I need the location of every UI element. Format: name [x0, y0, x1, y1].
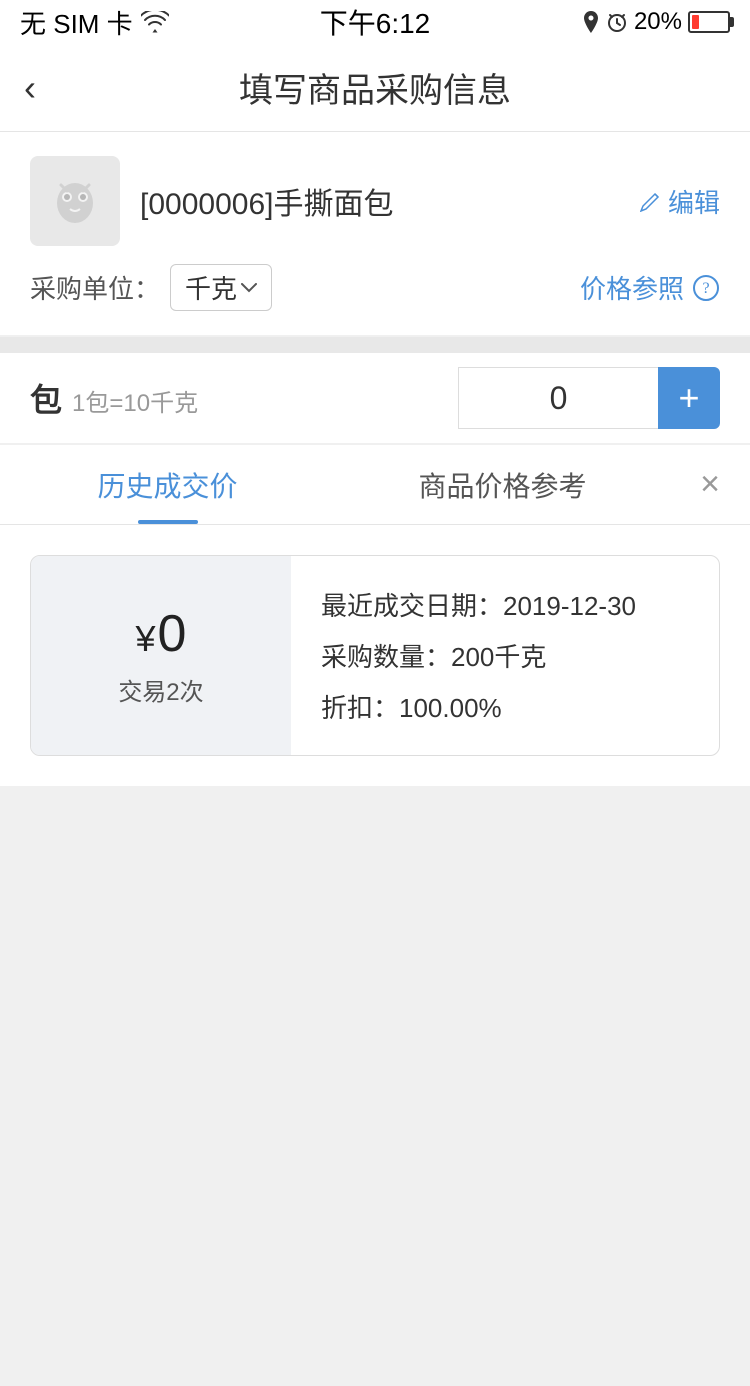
- wifi-icon: [141, 11, 169, 33]
- tab-close-button[interactable]: ×: [670, 465, 750, 504]
- product-top-row: [0000006]手撕面包 编辑: [30, 156, 720, 246]
- price-reference-button[interactable]: 价格参照 ?: [580, 269, 720, 306]
- nav-bar: ‹ 填写商品采购信息: [0, 44, 750, 132]
- carrier-text: 无 SIM 卡: [20, 4, 133, 41]
- quantity-unit: 包: [30, 375, 62, 421]
- product-logo-icon: [45, 171, 105, 231]
- currency-symbol: ¥: [136, 618, 156, 659]
- section-divider: [0, 337, 750, 353]
- edit-icon: [640, 190, 662, 212]
- product-card: [0000006]手撕面包 编辑 采购单位： 千克 价格参照 ?: [0, 132, 750, 335]
- transaction-count: 交易2次: [118, 672, 203, 707]
- bottom-area: [0, 786, 750, 1386]
- history-left-panel: ¥0 交易2次: [31, 556, 291, 755]
- tab-active-indicator: [138, 520, 198, 524]
- quantity-label: 包 1包=10千克: [30, 375, 198, 421]
- tab-section: 历史成交价 商品价格参考 × ¥0 交易2次 最近成交日期：2019-12-30…: [0, 445, 750, 786]
- battery-percent: 20%: [634, 8, 682, 36]
- alarm-icon: [606, 11, 628, 33]
- unit-select[interactable]: 千克: [170, 264, 272, 311]
- recent-date-label: 最近成交日期：: [321, 591, 503, 621]
- status-right: 20%: [582, 8, 730, 36]
- chevron-down-icon: [241, 283, 257, 293]
- recent-date-row: 最近成交日期：2019-12-30: [321, 586, 689, 623]
- recent-date-value: 2019-12-30: [503, 591, 636, 621]
- product-bottom-row: 采购单位： 千克 价格参照 ?: [30, 264, 720, 311]
- history-price: ¥0: [136, 604, 187, 664]
- status-time: 下午6:12: [320, 2, 431, 42]
- page-title: 填写商品采购信息: [239, 63, 511, 112]
- back-button[interactable]: ‹: [24, 67, 36, 109]
- unit-label: 采购单位：: [30, 269, 160, 306]
- unit-row: 采购单位： 千克: [30, 264, 272, 311]
- product-info: [0000006]手撕面包: [30, 156, 393, 246]
- history-content: ¥0 交易2次 最近成交日期：2019-12-30 采购数量：200千克 折扣：…: [0, 525, 750, 786]
- purchase-qty-label: 采购数量：: [321, 642, 451, 672]
- purchase-qty-row: 采购数量：200千克: [321, 637, 689, 674]
- battery-icon: [688, 11, 730, 33]
- quantity-control: +: [458, 367, 720, 429]
- help-icon: ?: [692, 274, 720, 302]
- discount-value: 100.00%: [399, 693, 502, 723]
- quantity-hint: 1包=10千克: [72, 383, 198, 418]
- quantity-row: 包 1包=10千克 +: [0, 353, 750, 443]
- tab-product-price-ref[interactable]: 商品价格参考: [335, 445, 670, 524]
- discount-label: 折扣：: [321, 693, 399, 723]
- history-card: ¥0 交易2次 最近成交日期：2019-12-30 采购数量：200千克 折扣：…: [30, 555, 720, 756]
- tab-history-price[interactable]: 历史成交价: [0, 445, 335, 524]
- quantity-input[interactable]: [458, 367, 658, 429]
- status-left: 无 SIM 卡: [20, 4, 169, 41]
- quantity-plus-button[interactable]: +: [658, 367, 720, 429]
- product-name: [0000006]手撕面包: [140, 179, 393, 223]
- status-bar: 无 SIM 卡 下午6:12 20%: [0, 0, 750, 44]
- svg-text:?: ?: [702, 280, 709, 297]
- discount-row: 折扣：100.00%: [321, 688, 689, 725]
- purchase-qty-value: 200千克: [451, 642, 546, 672]
- location-icon: [582, 11, 600, 33]
- product-image: [30, 156, 120, 246]
- edit-button[interactable]: 编辑: [640, 183, 720, 220]
- tab-bar: 历史成交价 商品价格参考 ×: [0, 445, 750, 525]
- history-right-panel: 最近成交日期：2019-12-30 采购数量：200千克 折扣：100.00%: [291, 556, 719, 755]
